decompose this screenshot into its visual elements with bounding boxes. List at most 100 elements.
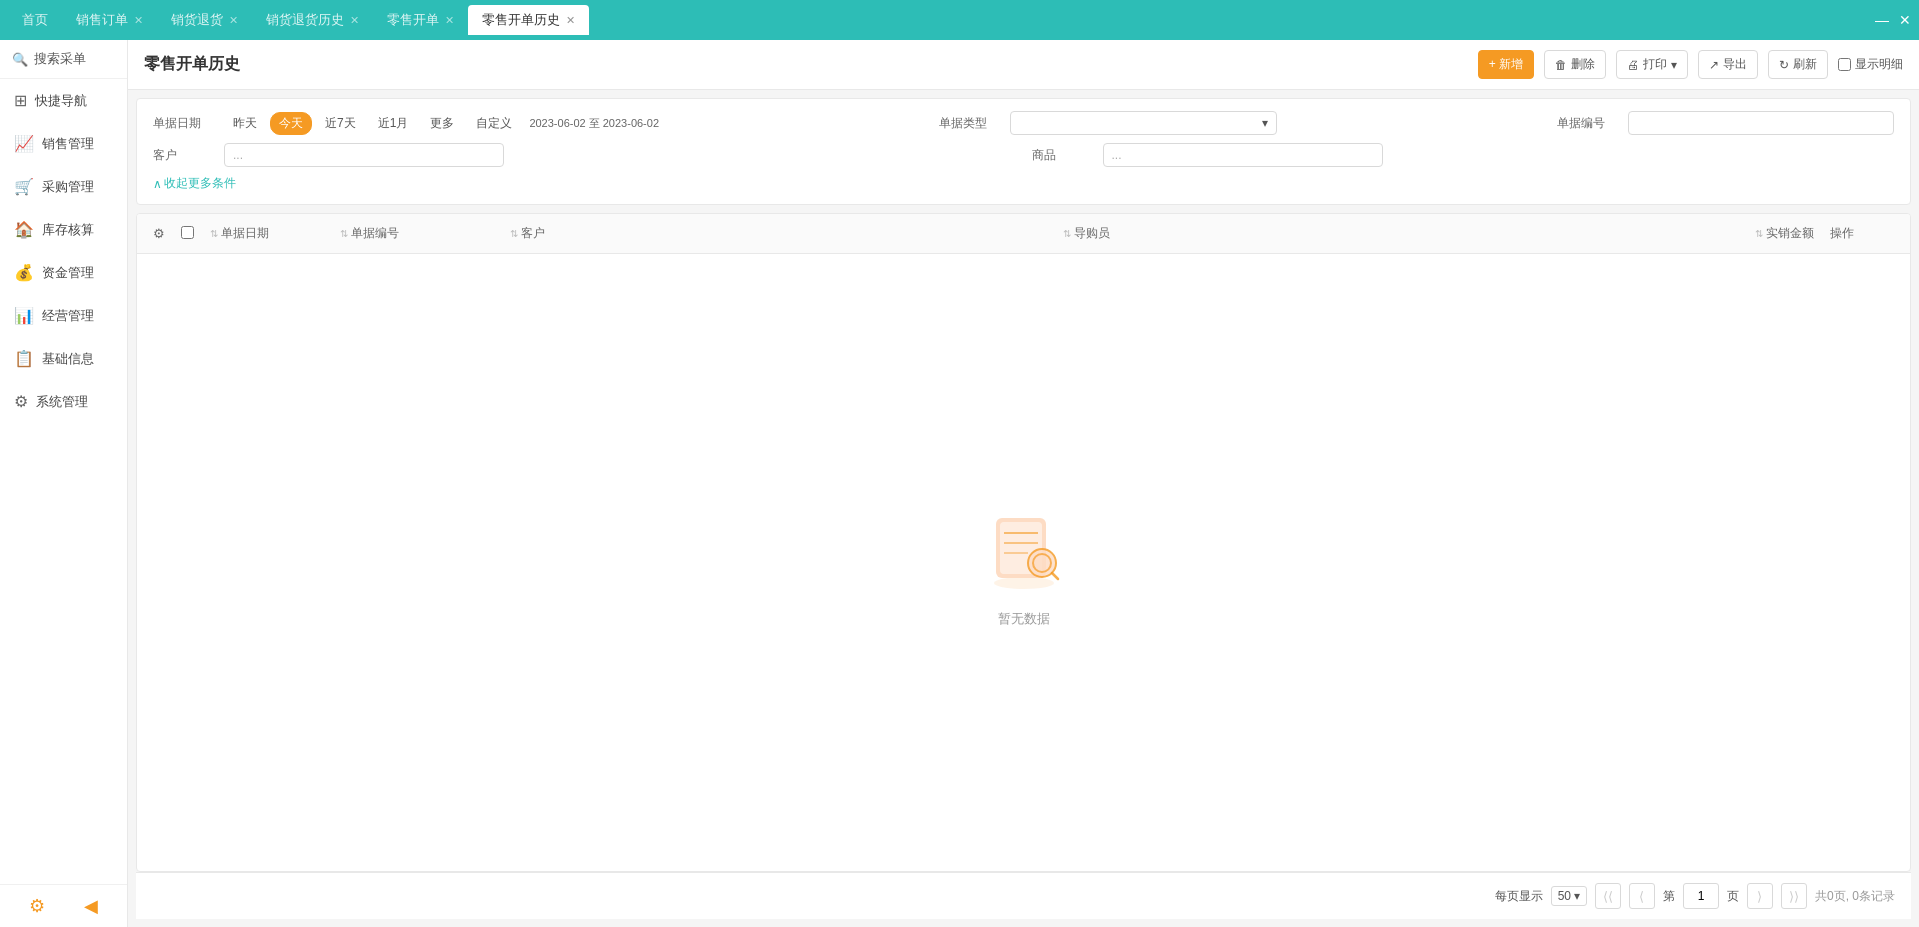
empty-text: 暂无数据 [998,610,1050,628]
goods-label: 商品 [1032,147,1087,164]
date-btn-today[interactable]: 今天 [270,112,312,135]
date-range-display: 2023-06-02 至 2023-06-02 [529,116,659,131]
window-minimize[interactable]: — [1875,12,1889,28]
svg-line-8 [1052,573,1058,579]
table-settings-icon[interactable]: ⚙ [145,226,173,241]
tab-sales-return-history[interactable]: 销货退货历史 ✕ [252,5,373,35]
show-detail-input[interactable] [1838,58,1851,71]
per-page-select[interactable]: 50 ▾ [1551,886,1587,906]
filter-row-1: 单据日期 昨天 今天 近7天 近1月 更多 自定义 2023-06-02 至 2… [153,111,1894,135]
page-next-btn[interactable]: ⟩ [1747,883,1773,909]
close-tab-1[interactable]: ✕ [134,14,143,27]
goods-select[interactable]: ... [1103,143,1383,167]
filter-row-2: 客户 ... 商品 ... [153,143,1894,167]
close-tab-3[interactable]: ✕ [350,14,359,27]
th-date[interactable]: ⇅ 单据日期 [202,225,332,242]
page-title: 零售开单历史 [144,54,240,75]
delete-icon: 🗑 [1555,58,1567,72]
pagination-bar: 每页显示 50 ▾ ⟨⟨ ⟨ 第 页 ⟩ ⟩⟩ 共0页, 0条记录 [136,872,1911,919]
per-page-arrow: ▾ [1574,889,1580,903]
type-select[interactable]: ▾ [1010,111,1276,135]
refresh-icon: ↻ [1779,58,1789,72]
sort-icon-guide: ⇅ [1063,228,1071,239]
table-wrap: ⚙ ⇅ 单据日期 ⇅ 单据编号 ⇅ 客户 ⇅ 导购员 [136,213,1911,872]
search-icon: 🔍 [12,52,28,67]
table-select-all[interactable] [173,226,202,242]
sidebar-item-purchase-mgmt[interactable]: 🛒 采购管理 [0,165,127,208]
per-page-label: 每页显示 [1495,888,1543,905]
page-total: 共0页, 0条记录 [1815,888,1895,905]
top-tabbar: 首页 销售订单 ✕ 销货退货 ✕ 销货退货历史 ✕ 零售开单 ✕ 零售开单历史 … [0,0,1919,40]
sort-icon-client: ⇅ [510,228,518,239]
sidebar-item-business[interactable]: 📊 经营管理 [0,294,127,337]
th-amount[interactable]: ⇅ 实销金额 [1702,225,1822,242]
sort-icon-amount: ⇅ [1755,228,1763,239]
quick-nav-icon: ⊞ [14,91,27,110]
sidebar-item-inventory[interactable]: 🏠 库存核算 [0,208,127,251]
toolbar-actions: + 新增 🗑 删除 🖨 打印 ▾ ↗ 导出 ↻ 刷新 [1478,50,1903,79]
sidebar-item-sales-mgmt[interactable]: 📈 销售管理 [0,122,127,165]
sort-icon-no: ⇅ [340,228,348,239]
collapse-sidebar-icon[interactable]: ◀ [84,895,98,917]
page-last-btn[interactable]: ⟩⟩ [1781,883,1807,909]
sales-mgmt-icon: 📈 [14,134,34,153]
inventory-icon: 🏠 [14,220,34,239]
type-label: 单据类型 [939,115,994,132]
page-label: 第 [1663,888,1675,905]
sidebar-item-quick-nav[interactable]: ⊞ 快捷导航 [0,79,127,122]
export-button[interactable]: ↗ 导出 [1698,50,1758,79]
delete-button[interactable]: 🗑 删除 [1544,50,1606,79]
type-select-arrow: ▾ [1262,116,1268,130]
sidebar-item-finance[interactable]: 💰 资金管理 [0,251,127,294]
th-action: 操作 [1822,225,1902,242]
finance-icon: 💰 [14,263,34,282]
business-icon: 📊 [14,306,34,325]
page-number-input[interactable] [1683,883,1719,909]
close-tab-2[interactable]: ✕ [229,14,238,27]
print-dropdown-icon: ▾ [1671,58,1677,72]
no-input[interactable] [1628,111,1894,135]
refresh-button[interactable]: ↻ 刷新 [1768,50,1828,79]
collapse-filter-btn[interactable]: ∧ 收起更多条件 [153,175,1894,192]
tab-home[interactable]: 首页 [8,5,62,35]
date-btn-custom[interactable]: 自定义 [467,112,521,135]
svg-point-0 [994,577,1054,589]
settings-bottom-icon[interactable]: ⚙ [29,895,45,917]
date-buttons: 昨天 今天 近7天 近1月 更多 自定义 2023-06-02 至 2023-0… [224,112,659,135]
window-close[interactable]: ✕ [1899,12,1911,28]
add-button[interactable]: + 新增 [1478,50,1534,79]
page-prev-btn[interactable]: ⟨ [1629,883,1655,909]
export-icon: ↗ [1709,58,1719,72]
show-detail-checkbox[interactable]: 显示明细 [1838,56,1903,73]
client-select[interactable]: ... [224,143,504,167]
basic-info-icon: 📋 [14,349,34,368]
th-guide[interactable]: ⇅ 导购员 [1055,225,1165,242]
sidebar-item-sys-mgmt[interactable]: ⚙ 系统管理 [0,380,127,423]
tab-sales-return[interactable]: 销货退货 ✕ [157,5,252,35]
close-tab-5[interactable]: ✕ [566,14,575,27]
filter-area: 单据日期 昨天 今天 近7天 近1月 更多 自定义 2023-06-02 至 2… [136,98,1911,205]
sort-icon-date: ⇅ [210,228,218,239]
th-client[interactable]: ⇅ 客户 [502,225,1055,242]
page-suffix: 页 [1727,888,1739,905]
select-all-checkbox[interactable] [181,226,194,239]
print-icon: 🖨 [1627,58,1639,72]
date-btn-yesterday[interactable]: 昨天 [224,112,266,135]
page-first-btn[interactable]: ⟨⟨ [1595,883,1621,909]
collapse-icon: ∧ [153,177,162,191]
print-button[interactable]: 🖨 打印 ▾ [1616,50,1688,79]
th-no[interactable]: ⇅ 单据编号 [332,225,502,242]
date-btn-7days[interactable]: 近7天 [316,112,365,135]
sidebar: 🔍 搜索采单 ⊞ 快捷导航 📈 销售管理 🛒 采购管理 🏠 库存核算 💰 资金管… [0,40,128,927]
tab-retail-bill[interactable]: 零售开单 ✕ [373,5,468,35]
empty-state: 暂无数据 [137,254,1910,871]
date-label: 单据日期 [153,115,208,132]
date-btn-more[interactable]: 更多 [421,112,463,135]
date-btn-1month[interactable]: 近1月 [369,112,418,135]
sidebar-search[interactable]: 🔍 搜索采单 [0,40,127,79]
sidebar-item-basic-info[interactable]: 📋 基础信息 [0,337,127,380]
tab-sales-order[interactable]: 销售订单 ✕ [62,5,157,35]
tab-retail-bill-history[interactable]: 零售开单历史 ✕ [468,5,589,35]
empty-state-icon [974,498,1074,598]
close-tab-4[interactable]: ✕ [445,14,454,27]
